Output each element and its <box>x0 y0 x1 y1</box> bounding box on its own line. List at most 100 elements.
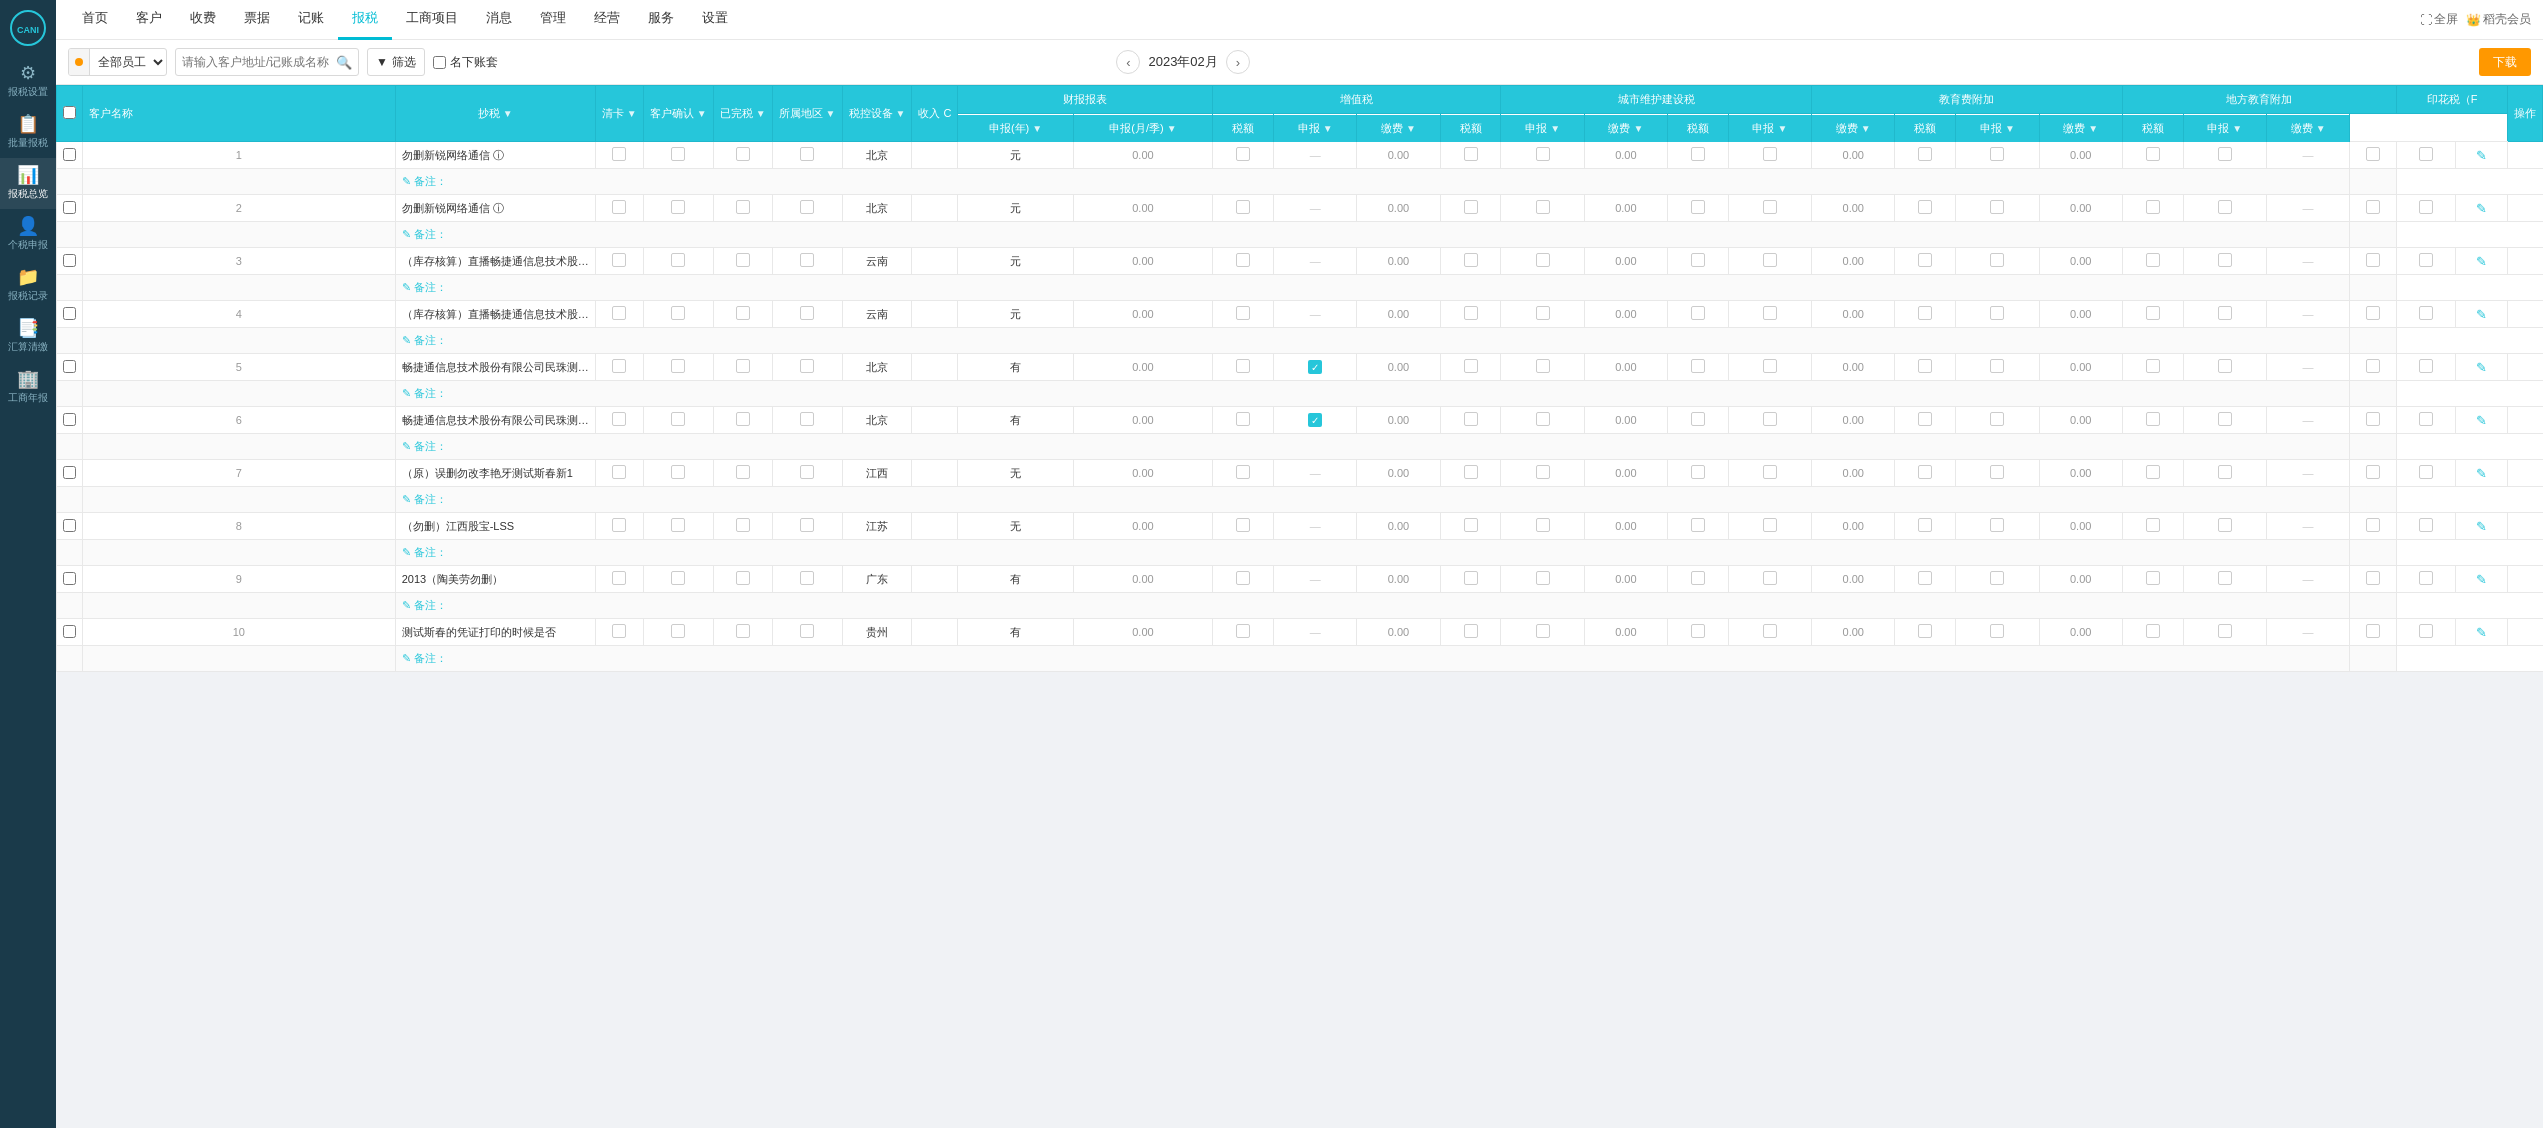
vat-jf-cell[interactable] <box>1501 195 1584 222</box>
vat-sb-cell[interactable] <box>1440 460 1501 487</box>
city-sb-cell[interactable] <box>1668 142 1729 169</box>
finance-year-cell[interactable] <box>1213 460 1274 487</box>
city-sb-cell[interactable] <box>1668 619 1729 646</box>
prev-month-button[interactable]: ‹ <box>1116 50 1140 74</box>
action-cell[interactable]: ✎ <box>2455 619 2507 646</box>
qingka-cell[interactable] <box>643 354 713 381</box>
city-jf-cell[interactable] <box>1728 513 1811 540</box>
edit-icon[interactable]: ✎ <box>2476 360 2487 375</box>
local-jf-cell[interactable] <box>2183 195 2266 222</box>
nav-industrial[interactable]: 工商项目 <box>392 0 472 40</box>
select-all-checkbox[interactable] <box>63 106 76 119</box>
kehuqueren-cell[interactable] <box>713 407 772 434</box>
qingka-cell[interactable] <box>643 195 713 222</box>
sidebar-item-geshuishenbao[interactable]: 👤 个税申报 <box>0 209 56 260</box>
search-icon[interactable]: 🔍 <box>336 55 352 70</box>
finance-year-cell[interactable] <box>1213 195 1274 222</box>
search-input[interactable] <box>182 55 332 69</box>
stamp-jf-cell[interactable] <box>2397 142 2456 169</box>
city-sb-cell[interactable] <box>1668 248 1729 275</box>
chaosui-cell[interactable] <box>595 248 643 275</box>
stamp-jf-cell[interactable] <box>2397 301 2456 328</box>
qingka-cell[interactable] <box>643 513 713 540</box>
qingka-cell[interactable] <box>643 619 713 646</box>
sidebar-item-piliangbaoshui[interactable]: 📋 批量报税 <box>0 107 56 158</box>
note-pencil-icon[interactable]: ✎ <box>402 334 411 346</box>
yiwansui-cell[interactable] <box>772 301 842 328</box>
kehuqueren-cell[interactable] <box>713 566 772 593</box>
edu-jf-cell[interactable] <box>1956 566 2039 593</box>
action-cell[interactable]: ✎ <box>2455 513 2507 540</box>
edu-sb-cell[interactable] <box>1895 301 1956 328</box>
chaosui-cell[interactable] <box>595 142 643 169</box>
note-pencil-icon[interactable]: ✎ <box>402 440 411 452</box>
nav-home[interactable]: 首页 <box>68 0 122 40</box>
action-cell[interactable]: ✎ <box>2455 407 2507 434</box>
city-jf-cell[interactable] <box>1728 460 1811 487</box>
stamp-sb-cell[interactable] <box>2350 460 2397 487</box>
vat-sb-cell[interactable] <box>1440 195 1501 222</box>
vat-jf-cell[interactable] <box>1501 248 1584 275</box>
vat-sb-cell[interactable] <box>1440 354 1501 381</box>
edit-icon[interactable]: ✎ <box>2476 519 2487 534</box>
action-cell[interactable]: ✎ <box>2455 354 2507 381</box>
note-pencil-icon[interactable]: ✎ <box>402 281 411 293</box>
vat-jf-cell[interactable] <box>1501 142 1584 169</box>
vat-jf-cell[interactable] <box>1501 460 1584 487</box>
local-sb-cell[interactable] <box>2122 566 2183 593</box>
sidebar-item-baoshuishezhi[interactable]: ⚙ 报税设置 <box>0 56 56 107</box>
kehuqueren-cell[interactable] <box>713 195 772 222</box>
local-jf-cell[interactable] <box>2183 407 2266 434</box>
next-month-button[interactable]: › <box>1226 50 1250 74</box>
finance-month-cell[interactable]: — <box>1273 301 1356 328</box>
member-btn[interactable]: 👑 稻壳会员 <box>2466 11 2531 28</box>
vat-jf-cell[interactable] <box>1501 619 1584 646</box>
edit-icon[interactable]: ✎ <box>2476 572 2487 587</box>
edu-sb-cell[interactable] <box>1895 142 1956 169</box>
nav-settings[interactable]: 设置 <box>688 0 742 40</box>
vat-sb-cell[interactable] <box>1440 566 1501 593</box>
local-jf-cell[interactable] <box>2183 301 2266 328</box>
sidebar-item-baoshuijilu[interactable]: 📁 报税记录 <box>0 260 56 311</box>
yiwansui-cell[interactable] <box>772 248 842 275</box>
stamp-jf-cell[interactable] <box>2397 460 2456 487</box>
finance-year-cell[interactable] <box>1213 619 1274 646</box>
filter-button[interactable]: ▼ 筛选 <box>367 48 425 76</box>
edu-jf-cell[interactable] <box>1956 195 2039 222</box>
accounts-checkbox[interactable] <box>433 56 446 69</box>
stamp-sb-cell[interactable] <box>2350 619 2397 646</box>
vat-jf-cell[interactable] <box>1501 566 1584 593</box>
finance-month-cell[interactable]: ✓ <box>1273 354 1356 381</box>
finance-month-cell[interactable]: — <box>1273 619 1356 646</box>
edu-jf-cell[interactable] <box>1956 619 2039 646</box>
action-cell[interactable]: ✎ <box>2455 142 2507 169</box>
stamp-sb-cell[interactable] <box>2350 354 2397 381</box>
fullscreen-btn[interactable]: ⛶ 全屏 <box>2420 11 2458 28</box>
edu-sb-cell[interactable] <box>1895 460 1956 487</box>
vat-sb-cell[interactable] <box>1440 407 1501 434</box>
local-jf-cell[interactable] <box>2183 619 2266 646</box>
local-jf-cell[interactable] <box>2183 513 2266 540</box>
city-sb-cell[interactable] <box>1668 460 1729 487</box>
edit-icon[interactable]: ✎ <box>2476 201 2487 216</box>
city-jf-cell[interactable] <box>1728 301 1811 328</box>
stamp-jf-cell[interactable] <box>2397 195 2456 222</box>
chaosui-cell[interactable] <box>595 566 643 593</box>
vat-sb-cell[interactable] <box>1440 301 1501 328</box>
nav-operation[interactable]: 经营 <box>580 0 634 40</box>
stamp-sb-cell[interactable] <box>2350 301 2397 328</box>
stamp-jf-cell[interactable] <box>2397 248 2456 275</box>
finance-year-cell[interactable] <box>1213 142 1274 169</box>
note-pencil-icon[interactable]: ✎ <box>402 493 411 505</box>
stamp-sb-cell[interactable] <box>2350 248 2397 275</box>
row-checkbox[interactable] <box>63 201 76 214</box>
finance-year-cell[interactable] <box>1213 407 1274 434</box>
vat-jf-cell[interactable] <box>1501 301 1584 328</box>
note-pencil-icon[interactable]: ✎ <box>402 387 411 399</box>
download-button[interactable]: 下载 <box>2479 48 2531 76</box>
qingka-cell[interactable] <box>643 248 713 275</box>
chaosui-cell[interactable] <box>595 354 643 381</box>
kehuqueren-cell[interactable] <box>713 619 772 646</box>
yiwansui-cell[interactable] <box>772 354 842 381</box>
chaosui-cell[interactable] <box>595 513 643 540</box>
